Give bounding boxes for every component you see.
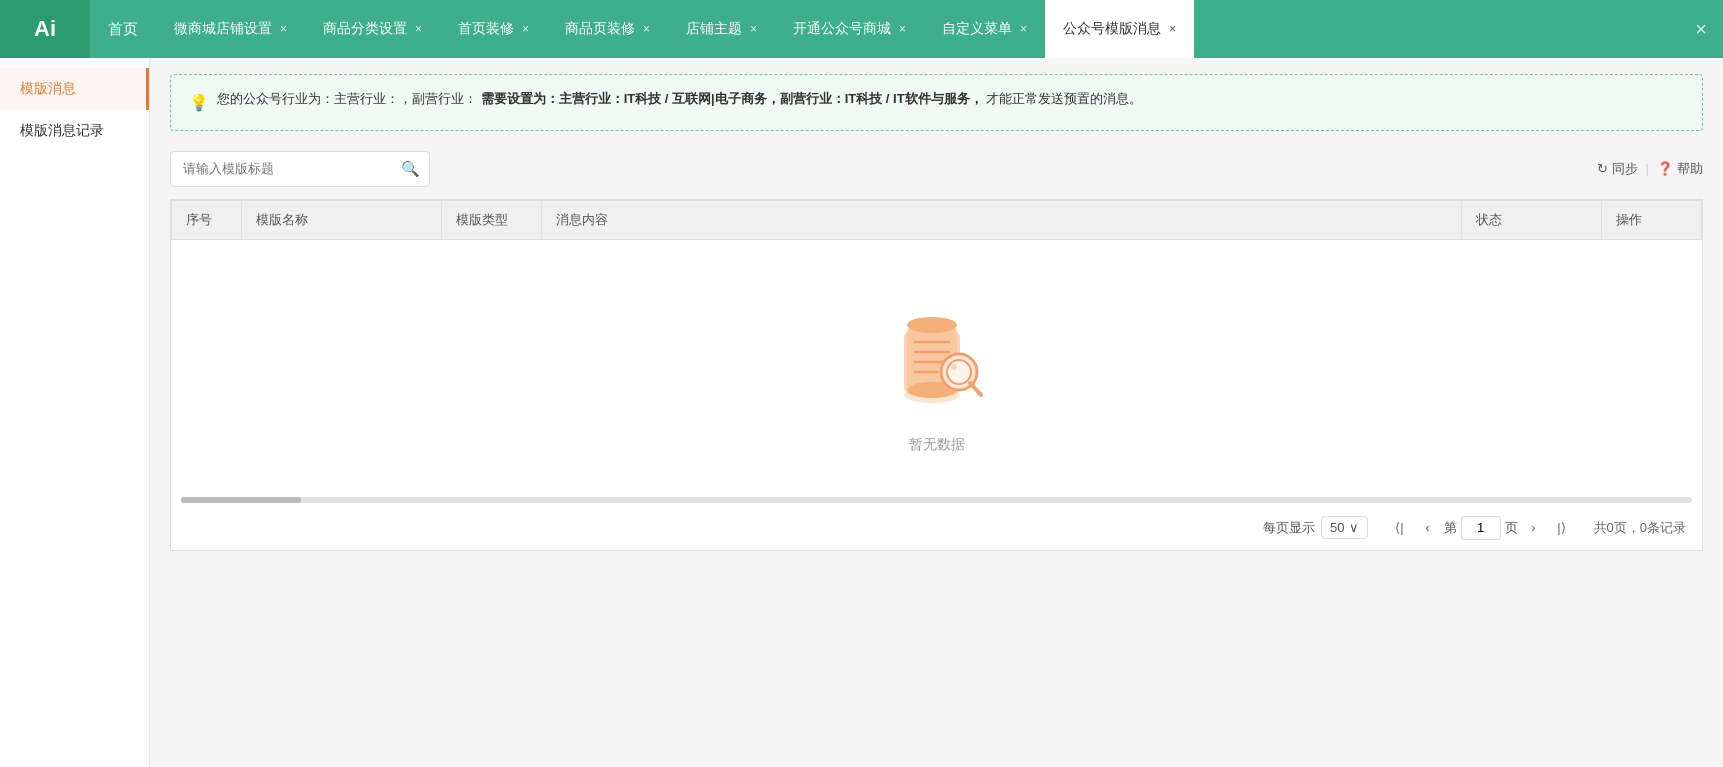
tab-product-category-label: 商品分类设置 [323,20,407,38]
page-size-value: 50 [1330,520,1344,535]
svg-point-10 [947,360,971,384]
tab-homepage-decor-close[interactable]: × [522,22,529,36]
tab-custom-menu[interactable]: 自定义菜单 × [924,0,1045,58]
help-label: 帮助 [1677,160,1703,178]
tab-shop-theme-close[interactable]: × [750,22,757,36]
tab-open-shop[interactable]: 开通公众号商城 × [775,0,924,58]
page-prefix: 第 [1444,519,1457,537]
tab-open-shop-close[interactable]: × [899,22,906,36]
toolbar-divider: | [1646,161,1649,176]
top-nav: Ai 首页 微商城店铺设置 × 商品分类设置 × 首页装修 × 商品页装修 × … [0,0,1723,58]
info-banner-highlight: 需要设置为：主营行业：IT科技 / 互联网|电子商务，副营行业：IT科技 / I… [481,91,983,106]
help-button[interactable]: ❓ 帮助 [1657,160,1703,178]
main-layout: 模版消息 模版消息记录 💡 您的公众号行业为：主营行业：，副营行业： 需要设置为… [0,58,1723,767]
page-prev-button[interactable]: ‹ [1416,516,1440,540]
chevron-down-icon: ∨ [1349,520,1359,535]
sidebar-item-template-message-label: 模版消息 [20,80,76,96]
empty-state: 暂无数据 [172,240,1702,494]
col-header-type: 模版类型 [442,200,542,239]
sidebar: 模版消息 模版消息记录 [0,58,150,767]
tab-custom-menu-close[interactable]: × [1020,22,1027,36]
content-area: 💡 您的公众号行业为：主营行业：，副营行业： 需要设置为：主营行业：IT科技 /… [150,58,1723,767]
tab-home-label: 首页 [108,20,138,39]
tab-product-category[interactable]: 商品分类设置 × [305,0,440,58]
tab-open-shop-label: 开通公众号商城 [793,20,891,38]
tab-product-page[interactable]: 商品页装修 × [547,0,668,58]
sync-button[interactable]: ↻ 同步 [1597,160,1638,178]
app-logo: Ai [0,0,90,58]
pagination: 每页显示 50 ∨ ⟨| ‹ 第 页 › |⟩ 共0页，0条记录 [171,506,1702,550]
page-next-button[interactable]: › [1522,516,1546,540]
tab-custom-menu-label: 自定义菜单 [942,20,1012,38]
empty-state-text: 暂无数据 [909,436,965,454]
col-header-action: 操作 [1602,200,1702,239]
sidebar-item-template-message[interactable]: 模版消息 [0,68,149,110]
col-header-status: 状态 [1462,200,1602,239]
svg-point-3 [907,317,957,333]
data-table: 序号 模版名称 模版类型 消息内容 状态 操作 [171,200,1702,494]
page-size-label: 每页显示 [1263,519,1315,537]
tab-shop-theme[interactable]: 店铺主题 × [668,0,775,58]
tab-shop-theme-label: 店铺主题 [686,20,742,38]
search-input-wrap: 🔍 [170,151,430,187]
sync-icon: ↻ [1597,161,1608,176]
svg-line-11 [970,383,981,395]
scrollbar-thumb[interactable] [181,497,301,503]
search-input[interactable] [170,151,430,187]
page-unit: 页 [1505,519,1518,537]
tab-homepage-decor-label: 首页装修 [458,20,514,38]
svg-point-12 [951,364,957,370]
sidebar-item-template-message-log-label: 模版消息记录 [20,122,104,138]
sync-label: 同步 [1612,160,1638,178]
search-icon[interactable]: 🔍 [401,160,420,178]
page-last-button[interactable]: |⟩ [1550,516,1574,540]
tab-product-page-close[interactable]: × [643,22,650,36]
info-banner-text: 您的公众号行业为：主营行业：，副营行业： 需要设置为：主营行业：IT科技 / 互… [217,89,1142,110]
table-header-row: 序号 模版名称 模版类型 消息内容 状态 操作 [172,200,1702,239]
scrollbar-area[interactable] [171,494,1702,506]
col-header-seq: 序号 [172,200,242,239]
tab-product-category-close[interactable]: × [415,22,422,36]
search-bar: 🔍 ↻ 同步 | ❓ 帮助 [170,151,1703,187]
toolbar-right: ↻ 同步 | ❓ 帮助 [1597,160,1703,178]
info-banner: 💡 您的公众号行业为：主营行业：，副营行业： 需要设置为：主营行业：IT科技 /… [170,74,1703,131]
col-header-content: 消息内容 [542,200,1462,239]
tab-home[interactable]: 首页 [90,0,156,58]
tab-wechat-shop[interactable]: 微商城店铺设置 × [156,0,305,58]
page-first-button[interactable]: ⟨| [1388,516,1412,540]
help-icon: ❓ [1657,161,1673,176]
page-number-input[interactable] [1461,516,1501,540]
tab-wechat-shop-label: 微商城店铺设置 [174,20,272,38]
tab-product-page-label: 商品页装修 [565,20,635,38]
page-size-select: 每页显示 50 ∨ [1263,516,1367,539]
tab-homepage-decor[interactable]: 首页装修 × [440,0,547,58]
page-size-dropdown[interactable]: 50 ∨ [1321,516,1367,539]
scrollbar-track [181,497,1692,503]
sidebar-item-template-message-log[interactable]: 模版消息记录 [0,110,149,152]
tab-wechat-shop-close[interactable]: × [280,22,287,36]
col-header-name: 模版名称 [242,200,442,239]
tab-template-msg[interactable]: 公众号模版消息 × [1045,0,1194,58]
tab-template-msg-close[interactable]: × [1169,22,1176,36]
data-table-wrap: 序号 模版名称 模版类型 消息内容 状态 操作 [170,199,1703,551]
page-nav: ⟨| ‹ 第 页 › |⟩ [1388,516,1574,540]
page-total: 共0页，0条记录 [1594,519,1686,537]
table-empty-row: 暂无数据 [172,239,1702,494]
tab-template-msg-label: 公众号模版消息 [1063,20,1161,38]
empty-illustration [877,300,997,420]
close-all-button[interactable]: × [1679,18,1723,41]
bulb-icon: 💡 [189,90,209,116]
